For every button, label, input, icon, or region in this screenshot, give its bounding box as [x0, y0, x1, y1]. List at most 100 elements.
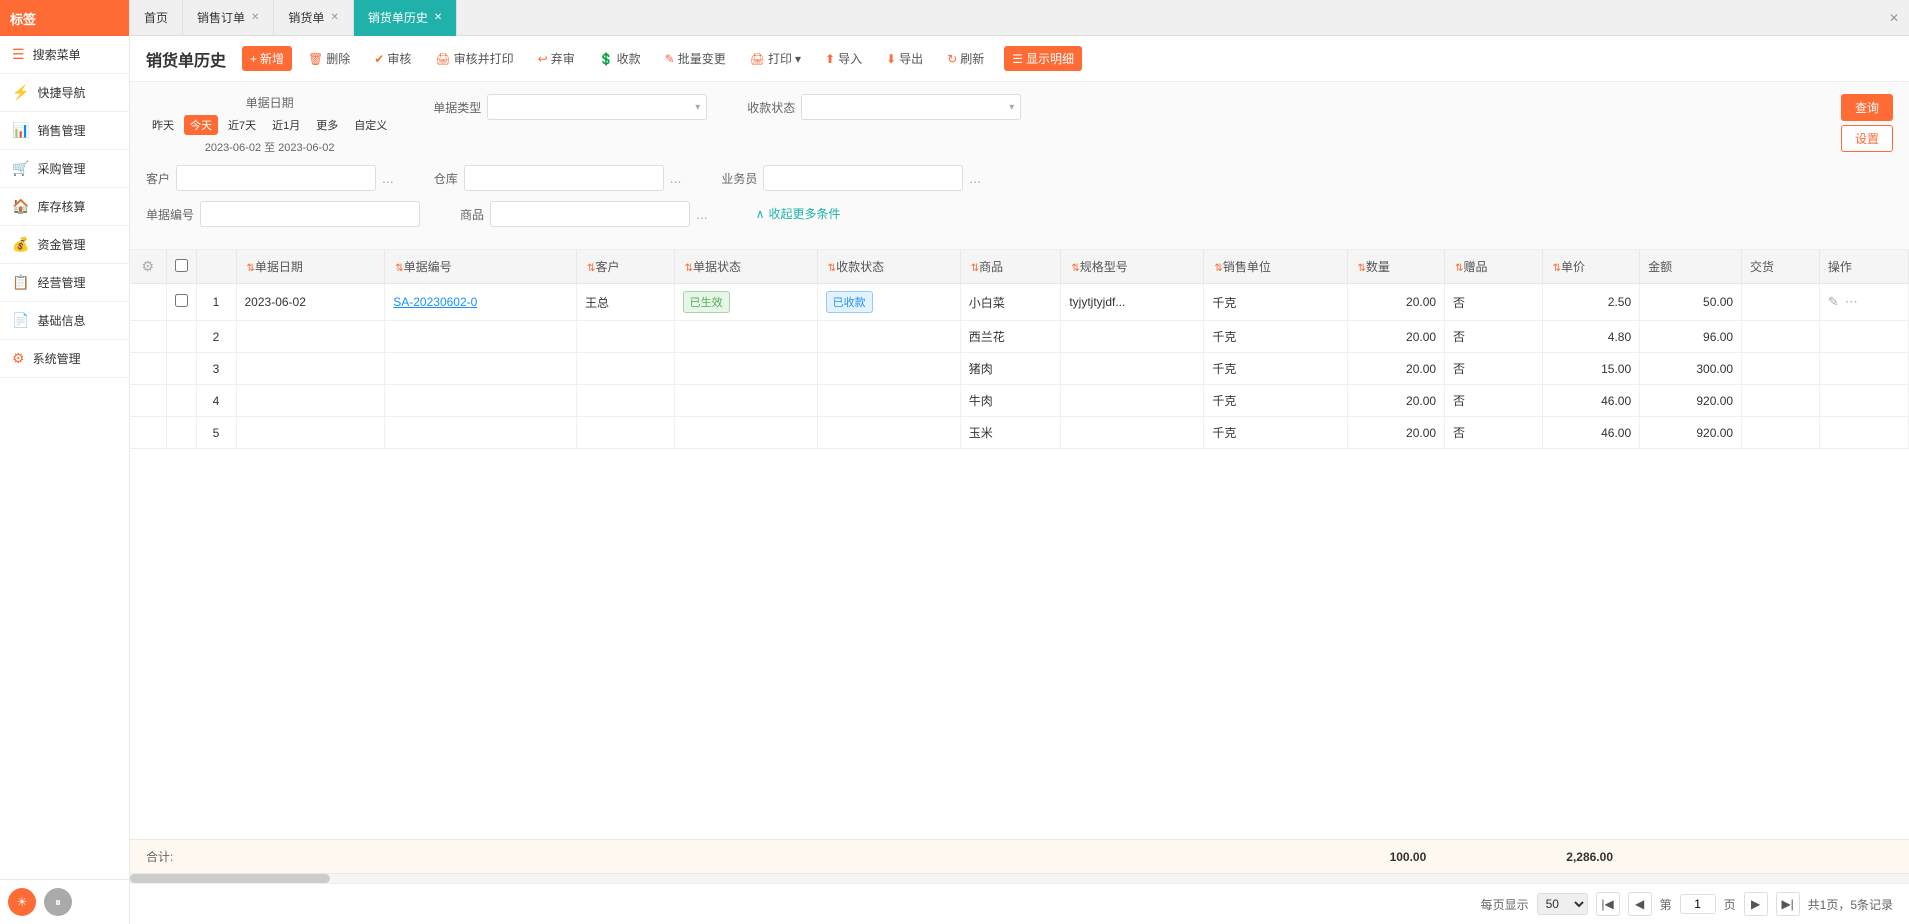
sidebar-item-sys-mgmt[interactable]: ⚙ 系统管理	[0, 340, 129, 378]
abandon-icon: ↩	[538, 52, 548, 66]
th-date[interactable]: ⇅单据日期	[236, 250, 385, 284]
last-page-button[interactable]: ▶|	[1776, 892, 1800, 916]
date-tab-today[interactable]: 今天	[184, 115, 218, 135]
tab-sales-order[interactable]: 销售订单 ✕	[183, 0, 274, 36]
detail-icon: ☰	[1012, 52, 1023, 66]
doc-no-input[interactable]	[200, 201, 420, 227]
th-doc-status[interactable]: ⇅单据状态	[674, 250, 817, 284]
collapse-button[interactable]: ∧ 收起更多条件	[748, 201, 849, 226]
tab-sales-history[interactable]: 销货单历史 ✕	[354, 0, 457, 36]
refresh-button[interactable]: ↻ 刷新	[939, 46, 992, 71]
close-icon[interactable]: ✕	[330, 12, 338, 23]
doc-type-select[interactable]: ▾	[487, 94, 707, 120]
sidebar-item-basic-info[interactable]: 📄 基础信息	[0, 302, 129, 340]
tab-sales-history-label: 销货单历史	[368, 9, 428, 26]
collect-status-select[interactable]: ▾	[801, 94, 1021, 120]
td-customer	[577, 321, 675, 353]
date-tab-1month[interactable]: 近1月	[266, 115, 306, 135]
tabs-close-all[interactable]: ✕	[1889, 11, 1909, 25]
date-tab-custom[interactable]: 自定义	[348, 115, 393, 135]
td-trade	[1742, 353, 1820, 385]
export-button[interactable]: ⬇ 导出	[878, 46, 931, 71]
customer-input[interactable]	[176, 165, 376, 191]
th-product[interactable]: ⇅商品	[960, 250, 1061, 284]
salesperson-dots[interactable]: ...	[969, 170, 981, 186]
date-tab-7days[interactable]: 近7天	[222, 115, 262, 135]
delete-button[interactable]: 🗑 删除	[300, 46, 358, 71]
th-gear[interactable]: ⚙	[130, 250, 166, 284]
tab-sales-goods[interactable]: 销货单 ✕	[274, 0, 353, 36]
sidebar-item-search-menu[interactable]: ☰ 搜索菜单	[0, 36, 129, 74]
th-customer[interactable]: ⇅客户	[577, 250, 675, 284]
sidebar-item-quick-nav[interactable]: ⚡ 快捷导航	[0, 74, 129, 112]
more-icon[interactable]: ⋯	[1845, 294, 1858, 310]
warehouse-input[interactable]	[464, 165, 664, 191]
td-trade	[1742, 321, 1820, 353]
status-badge-effective: 已生效	[683, 291, 730, 313]
close-icon[interactable]: ✕	[434, 12, 442, 23]
query-button[interactable]: 查询	[1841, 94, 1893, 121]
row-checkbox[interactable]	[175, 294, 188, 307]
scroll-thumb[interactable]	[130, 874, 330, 883]
settings-button[interactable]: 设置	[1841, 125, 1893, 152]
th-doc-no[interactable]: ⇅单据编号	[385, 250, 577, 284]
td-index: 5	[196, 417, 236, 449]
td-price: 46.00	[1542, 417, 1640, 449]
product-dots[interactable]: ...	[696, 206, 708, 222]
sidebar-bottom-btn-2[interactable]: ⏸	[44, 888, 72, 916]
sidebar-item-purchase-mgmt[interactable]: 🛒 采购管理	[0, 150, 129, 188]
select-all-checkbox[interactable]	[175, 259, 188, 272]
td-product: 牛肉	[960, 385, 1061, 417]
sidebar-item-stock-calc[interactable]: 🏠 库存核算	[0, 188, 129, 226]
page-number-input[interactable]	[1680, 894, 1716, 914]
audit-button[interactable]: ✔ 审核	[366, 46, 419, 71]
th-gift[interactable]: ⇅赠品	[1445, 250, 1543, 284]
warehouse-dots[interactable]: ...	[670, 170, 682, 186]
audit-print-label: 审核并打印	[454, 50, 514, 67]
import-icon: ⬆	[825, 52, 835, 66]
sidebar-item-biz-mgmt[interactable]: 📋 经营管理	[0, 264, 129, 302]
sidebar-bottom-btn-1[interactable]: ☀	[8, 888, 36, 916]
batch-change-button[interactable]: ✎ 批量变更	[657, 46, 734, 71]
audit-print-button[interactable]: 🖨 审核并打印	[427, 46, 521, 71]
td-index: 1	[196, 284, 236, 321]
td-gear	[130, 353, 166, 385]
td-doc-no[interactable]: SA-20230602-0	[385, 284, 577, 321]
import-button[interactable]: ⬆ 导入	[817, 46, 870, 71]
add-button[interactable]: + 新增	[242, 46, 292, 71]
close-icon[interactable]: ✕	[251, 12, 259, 23]
print-button[interactable]: 🖨 打印 ▾	[742, 46, 809, 71]
per-page-select[interactable]: 50 100 200	[1537, 893, 1588, 915]
prev-page-button[interactable]: ◀	[1628, 892, 1652, 916]
first-page-button[interactable]: |◀	[1596, 892, 1620, 916]
th-price[interactable]: ⇅单价	[1542, 250, 1640, 284]
th-qty[interactable]: ⇅数量	[1347, 250, 1445, 284]
tab-home[interactable]: 首页	[130, 0, 183, 36]
td-collect-status	[817, 417, 960, 449]
date-tab-yesterday[interactable]: 昨天	[146, 115, 180, 135]
date-tab-more[interactable]: 更多	[310, 115, 344, 135]
customer-dots[interactable]: ...	[382, 170, 394, 186]
doc-no-link[interactable]: SA-20230602-0	[393, 295, 477, 309]
th-collect-status[interactable]: ⇅收款状态	[817, 250, 960, 284]
show-detail-button[interactable]: ☰ 显示明细	[1004, 46, 1082, 71]
detail-label: 显示明细	[1026, 50, 1074, 67]
next-page-button[interactable]: ▶	[1744, 892, 1768, 916]
scroll-bar[interactable]	[130, 873, 1909, 883]
sidebar-item-label: 销售管理	[37, 122, 85, 139]
td-spec: tyjytjtyjdf...	[1061, 284, 1204, 321]
salesperson-input[interactable]	[763, 165, 963, 191]
edit-icon[interactable]: ✎	[1828, 294, 1839, 310]
td-action	[1819, 321, 1908, 353]
collect-button[interactable]: 💲 收款	[591, 46, 649, 71]
th-unit[interactable]: ⇅销售单位	[1204, 250, 1347, 284]
th-amount[interactable]: 金额	[1640, 250, 1742, 284]
abandon-button[interactable]: ↩ 弃审	[530, 46, 583, 71]
td-collect-status	[817, 353, 960, 385]
th-spec[interactable]: ⇅规格型号	[1061, 250, 1204, 284]
th-trade[interactable]: 交货	[1742, 250, 1820, 284]
filter-row-1: 单据日期 昨天 今天 近7天 近1月 更多 自定义 2023-06-02 至 2…	[146, 94, 1893, 155]
sidebar-item-fund-mgmt[interactable]: 💰 资金管理	[0, 226, 129, 264]
sidebar-item-sales-mgmt[interactable]: 📊 销售管理	[0, 112, 129, 150]
product-input[interactable]	[490, 201, 690, 227]
